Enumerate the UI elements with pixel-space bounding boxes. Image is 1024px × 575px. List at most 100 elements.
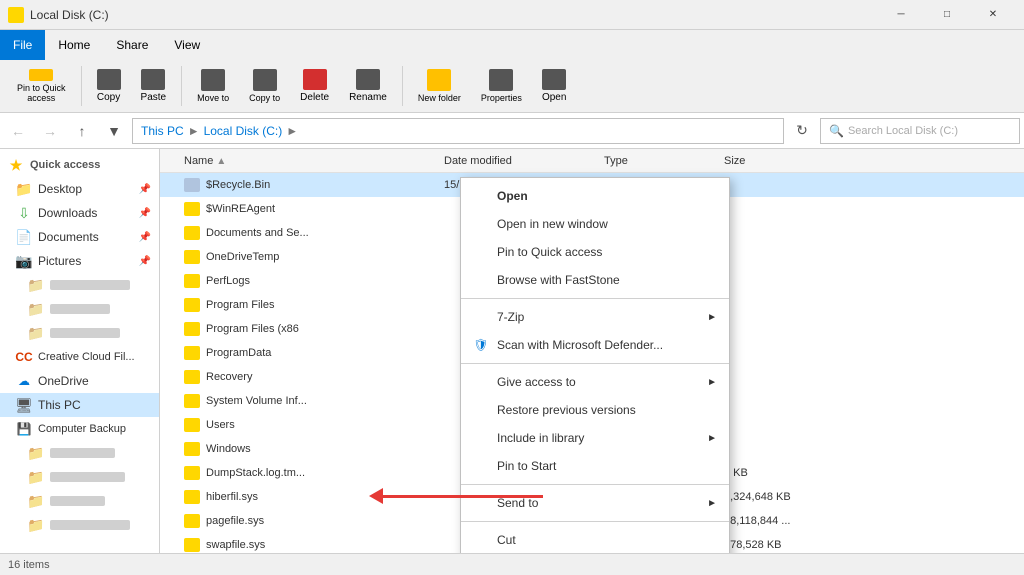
ctx-sep4 [461,521,729,522]
tab-home[interactable]: Home [45,30,103,60]
ctx-restore-versions[interactable]: Restore previous versions [461,396,729,424]
sidebar-item-onedrive[interactable]: ☁ OneDrive [0,369,159,393]
file-name-text: hiberfil.sys [206,491,258,503]
ctx-defender[interactable]: 🛡 Scan with Microsoft Defender... [461,331,729,359]
folder-icon [184,322,200,336]
tab-view[interactable]: View [161,30,213,60]
title-bar: Local Disk (C:) [0,0,1024,30]
ctx-give-access[interactable]: Give access to ► [461,368,729,396]
status-bar: 16 items [0,553,1024,575]
folder-icon [184,178,200,192]
sidebar-item-documents[interactable]: 📄 Documents 📌 [0,225,159,249]
file-name-text: Recovery [206,371,252,383]
back-button[interactable]: ← [4,117,32,145]
ctx-7zip[interactable]: 7-Zip ► [461,303,729,331]
close-icon [989,9,997,20]
sidebar-item-downloads[interactable]: ⇩ Downloads 📌 [0,201,159,225]
ctx-browse-icon [473,272,489,288]
file-name-cell: Documents and Se... [164,226,444,240]
search-box[interactable]: 🔍 Search Local Disk (C:) [820,118,1020,144]
pin-label: Pin to Quickaccess [17,83,66,103]
paste-button[interactable]: Paste [132,64,176,108]
sidebar-item-folder1[interactable]: 📁 [0,273,159,297]
ctx-pin-start[interactable]: Pin to Start [461,452,729,480]
up-button[interactable]: ↑ [68,117,96,145]
sidebar-item-sub3[interactable]: 📁 [0,489,159,513]
file-name-cell: DumpStack.log.tm... [164,466,444,480]
ctx-pin-label: Pin to Quick access [497,245,717,259]
window-controls [878,0,1016,30]
col-header-size[interactable]: Size [724,155,824,167]
ctx-browse-faststone[interactable]: Browse with FastStone [461,266,729,294]
file-name-text: $Recycle.Bin [206,179,270,191]
recent-button[interactable]: ▼ [100,117,128,145]
sidebar-item-backup[interactable]: 💾 Computer Backup [0,417,159,441]
col-size-label: Size [724,155,745,167]
file-name-text: Program Files (x86 [206,323,299,335]
file-name-text: Program Files [206,299,274,311]
breadcrumb-pc[interactable]: This PC [141,124,184,138]
new-folder-button[interactable]: New folder [409,64,470,108]
tab-file[interactable]: File [0,30,45,60]
pin-pictures-icon: 📌 [139,256,151,267]
col-header-date[interactable]: Date modified [444,155,604,167]
file-name-text: PerfLogs [206,275,250,287]
downloads-icon: ⇩ [16,205,32,221]
sidebar-item-folder2[interactable]: 📁 [0,297,159,321]
col-name-label: Name [184,155,213,167]
col-header-type[interactable]: Type [604,155,724,167]
window-icon [8,7,24,23]
open-button[interactable]: Open [533,64,575,108]
sidebar-sub3-label [50,496,105,506]
folder-icon [184,298,200,312]
forward-button[interactable]: → [36,117,64,145]
copy-button[interactable]: Copy [88,64,130,108]
ctx-include-library[interactable]: Include in library ► [461,424,729,452]
properties-button[interactable]: Properties [472,64,531,108]
sidebar-item-creative-cloud[interactable]: CC Creative Cloud Fil... [0,345,159,369]
file-name-text: pagefile.sys [206,515,264,527]
properties-icon [489,69,513,91]
minimize-button[interactable] [878,0,924,30]
file-name-cell: Users [164,418,444,432]
col-header-name[interactable]: Name ▲ [164,155,444,167]
sidebar-item-this-pc[interactable]: 🖥 This PC [0,393,159,417]
breadcrumb[interactable]: This PC ► Local Disk (C:) ► [132,118,784,144]
sidebar-item-sub4[interactable]: 📁 [0,513,159,537]
ctx-pin-quick-access[interactable]: Pin to Quick access [461,238,729,266]
delete-button[interactable]: Delete [291,64,338,108]
tab-share[interactable]: Share [103,30,161,60]
file-name-cell: Program Files (x86 [164,322,444,336]
breadcrumb-disk[interactable]: Local Disk (C:) [204,124,283,138]
close-button[interactable] [970,0,1016,30]
folder-icon-1: 📁 [28,277,44,293]
ctx-open-new-window[interactable]: Open in new window [461,210,729,238]
pin-downloads-icon: 📌 [139,208,151,219]
refresh-button[interactable]: ↻ [788,117,816,145]
sidebar-item-sub1[interactable]: 📁 [0,441,159,465]
file-name-cell: $Recycle.Bin [164,178,444,192]
search-placeholder: Search Local Disk (C:) [848,125,958,137]
ctx-cut[interactable]: Cut [461,526,729,553]
folder-icon [184,226,200,240]
pin-quick-access-button[interactable]: Pin to Quickaccess [8,64,75,108]
maximize-button[interactable] [924,0,970,30]
sidebar-item-desktop[interactable]: 📁 Desktop 📌 [0,177,159,201]
move-to-button[interactable]: Move to [188,64,238,108]
sort-icon: ▲ [216,156,226,167]
ctx-open[interactable]: Open [461,182,729,210]
sidebar-pictures-label: Pictures [38,254,81,268]
copy-to-button[interactable]: Copy to [240,64,289,108]
ctx-browse-label: Browse with FastStone [497,273,717,287]
ribbon-separator2 [181,66,182,106]
rename-button[interactable]: Rename [340,64,396,108]
sidebar-item-sub2[interactable]: 📁 [0,465,159,489]
sidebar-folder2-label [50,304,110,314]
pc-icon: 🖥 [16,397,32,413]
sidebar-item-folder3[interactable]: 📁 [0,321,159,345]
move-icon [201,69,225,91]
folder-icon-3: 📁 [28,325,44,341]
sidebar-item-pictures[interactable]: 📷 Pictures 📌 [0,249,159,273]
ctx-7zip-arrow: ► [707,312,717,323]
ctx-open-label: Open [497,189,717,203]
